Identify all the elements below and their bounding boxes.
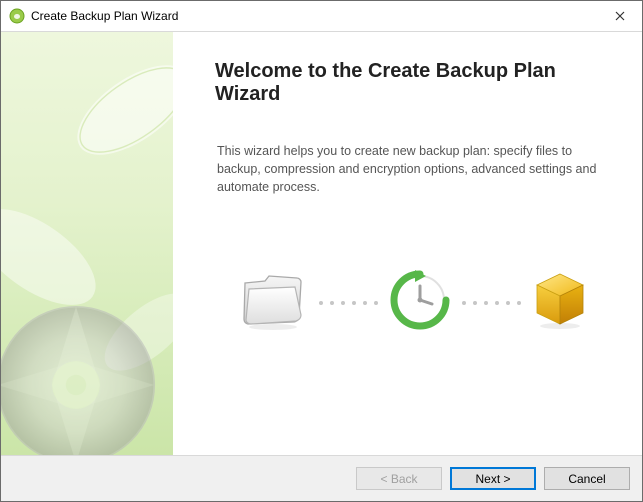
page-description: This wizard helps you to create new back… — [217, 142, 597, 196]
window-title: Create Backup Plan Wizard — [31, 9, 597, 23]
folder-icon — [239, 269, 309, 336]
history-clock-icon — [388, 268, 452, 337]
disc-icon — [1, 300, 161, 455]
workflow-graphic — [215, 268, 612, 337]
body-area: Welcome to the Create Backup Plan Wizard… — [1, 32, 642, 455]
dots-connector — [319, 301, 378, 305]
cancel-button[interactable]: Cancel — [544, 467, 630, 490]
dots-connector — [462, 301, 521, 305]
content-panel: Welcome to the Create Backup Plan Wizard… — [173, 32, 642, 455]
close-button[interactable] — [597, 1, 642, 31]
sidebar-banner — [1, 32, 173, 455]
footer: < Back Next > Cancel — [1, 455, 642, 501]
app-icon — [9, 8, 25, 24]
next-button[interactable]: Next > — [450, 467, 536, 490]
package-cube-icon — [531, 270, 589, 335]
page-title: Welcome to the Create Backup Plan Wizard — [215, 60, 612, 106]
titlebar: Create Backup Plan Wizard — [1, 1, 642, 32]
back-button: < Back — [356, 467, 442, 490]
client-area: Welcome to the Create Backup Plan Wizard… — [1, 32, 642, 501]
wizard-window: Create Backup Plan Wizard — [0, 0, 643, 502]
